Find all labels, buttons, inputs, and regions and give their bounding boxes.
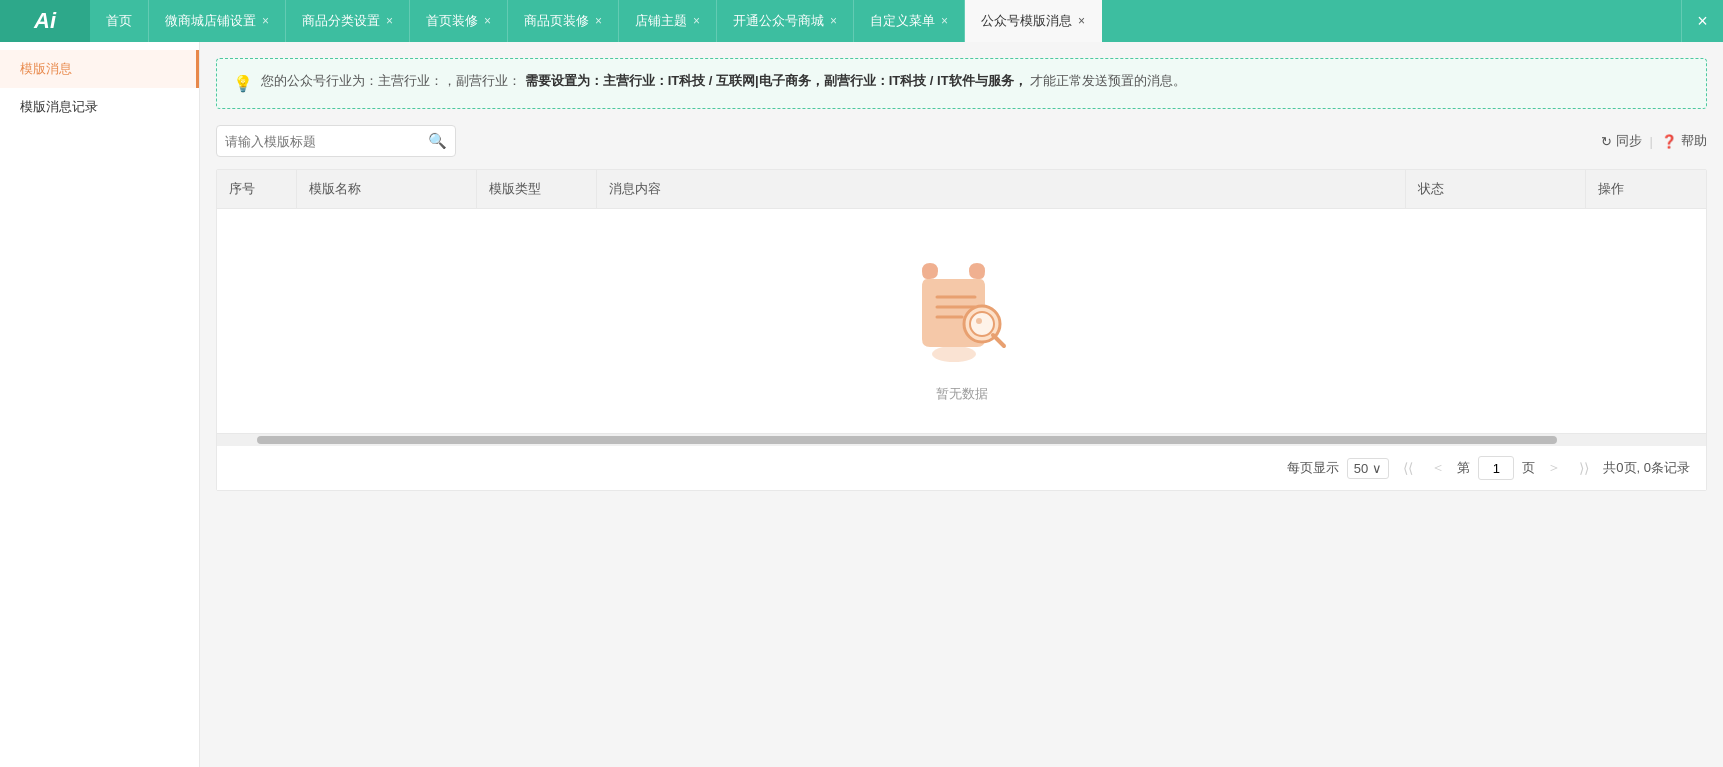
content-area: 💡 您的公众号行业为：主营行业：，副营行业： 需要设置为：主营行业：IT科技 /… (200, 42, 1723, 767)
toolbar-right: ↻ 同步 | ❓ 帮助 (1601, 132, 1707, 150)
sync-icon: ↻ (1601, 134, 1612, 149)
close-icon[interactable]: × (484, 14, 491, 28)
close-all-button[interactable]: × (1681, 0, 1723, 42)
nav-tab-home[interactable]: 首页 (90, 0, 149, 42)
close-icon[interactable]: × (693, 14, 700, 28)
notice-icon: 💡 (233, 72, 253, 96)
empty-text: 暂无数据 (936, 385, 988, 403)
sidebar-item-template-msg-record[interactable]: 模版消息记录 (0, 88, 199, 126)
col-name: 模版名称 (297, 170, 477, 208)
prev-page-button[interactable]: ＜ (1427, 457, 1449, 479)
pagination-summary: 共0页, 0条记录 (1603, 459, 1690, 477)
col-index: 序号 (217, 170, 297, 208)
sidebar: 模版消息 模版消息记录 (0, 42, 200, 767)
sidebar-item-template-msg[interactable]: 模版消息 (0, 50, 199, 88)
col-content: 消息内容 (597, 170, 1406, 208)
close-icon[interactable]: × (941, 14, 948, 28)
next-page-button[interactable]: ＞ (1543, 457, 1565, 479)
pagination: 每页显示 50 ∨ ⟨⟨ ＜ 第 页 ＞ ⟩⟩ 共0页, 0条记录 (217, 445, 1706, 490)
close-icon[interactable]: × (262, 14, 269, 28)
empty-illustration (902, 249, 1022, 369)
nav-tab-category-settings[interactable]: 商品分类设置 × (286, 0, 410, 42)
col-status: 状态 (1406, 170, 1586, 208)
nav-tab-shop-settings[interactable]: 微商城店铺设置 × (149, 0, 286, 42)
page-label-after: 页 (1522, 459, 1535, 477)
nav-tab-template-message[interactable]: 公众号模版消息 × (965, 0, 1102, 42)
close-icon[interactable]: × (386, 14, 393, 28)
svg-line-6 (993, 335, 1004, 346)
sync-button[interactable]: ↻ 同步 (1601, 132, 1642, 150)
nav-tabs: 首页 微商城店铺设置 × 商品分类设置 × 首页装修 × 商品页装修 × 店铺主… (90, 0, 1681, 42)
page-size-label: 每页显示 (1287, 459, 1339, 477)
scroll-thumb[interactable] (257, 436, 1557, 444)
help-icon: ❓ (1661, 134, 1677, 149)
page-label-before: 第 (1457, 459, 1470, 477)
empty-state: 暂无数据 (217, 209, 1706, 433)
first-page-button[interactable]: ⟨⟨ (1397, 457, 1419, 479)
close-icon[interactable]: × (595, 14, 602, 28)
top-nav: Ai 首页 微商城店铺设置 × 商品分类设置 × 首页装修 × 商品页装修 × … (0, 0, 1723, 42)
col-action: 操作 (1586, 170, 1706, 208)
logo: Ai (0, 0, 90, 42)
svg-point-7 (976, 318, 982, 324)
nav-tab-open-mall[interactable]: 开通公众号商城 × (717, 0, 854, 42)
search-input-wrap[interactable]: 🔍 (216, 125, 456, 157)
close-icon[interactable]: × (830, 14, 837, 28)
close-icon[interactable]: × (1078, 14, 1085, 28)
main-layout: 模版消息 模版消息记录 💡 您的公众号行业为：主营行业：，副营行业： 需要设置为… (0, 42, 1723, 767)
search-input[interactable] (225, 134, 428, 149)
search-icon[interactable]: 🔍 (428, 132, 447, 150)
table-container: 序号 模版名称 模版类型 消息内容 状态 操作 (216, 169, 1707, 491)
horizontal-scrollbar[interactable] (217, 433, 1706, 445)
chevron-down-icon: ∨ (1372, 461, 1382, 476)
nav-tab-shop-theme[interactable]: 店铺主题 × (619, 0, 717, 42)
svg-point-5 (970, 312, 994, 336)
nav-tab-product-decoration[interactable]: 商品页装修 × (508, 0, 619, 42)
col-type: 模版类型 (477, 170, 597, 208)
table-header: 序号 模版名称 模版类型 消息内容 状态 操作 (217, 170, 1706, 209)
nav-tab-home-decoration[interactable]: 首页装修 × (410, 0, 508, 42)
search-area: 🔍 ↻ 同步 | ❓ 帮助 (216, 125, 1707, 157)
last-page-button[interactable]: ⟩⟩ (1573, 457, 1595, 479)
page-input[interactable] (1478, 456, 1514, 480)
notice-banner: 💡 您的公众号行业为：主营行业：，副营行业： 需要设置为：主营行业：IT科技 /… (216, 58, 1707, 109)
help-button[interactable]: ❓ 帮助 (1661, 132, 1707, 150)
toolbar-divider: | (1650, 134, 1653, 149)
page-size-select[interactable]: 50 ∨ (1347, 458, 1389, 479)
nav-tab-custom-menu[interactable]: 自定义菜单 × (854, 0, 965, 42)
svg-point-0 (932, 346, 976, 362)
